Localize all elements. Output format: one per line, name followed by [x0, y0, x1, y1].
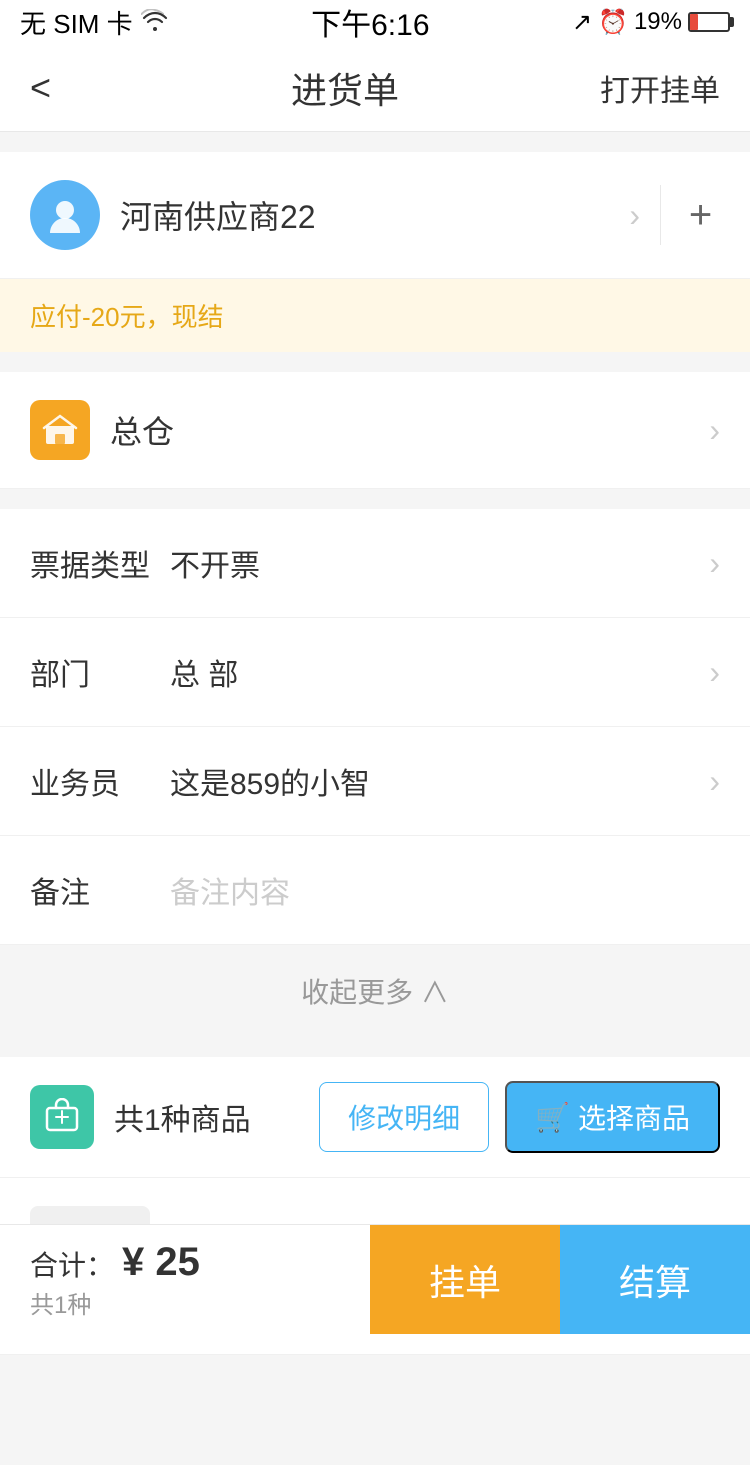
page-title: 进货单	[291, 62, 399, 114]
invoice-type-value: 不开票	[170, 541, 709, 585]
wifi-icon	[141, 7, 169, 38]
add-supplier-button[interactable]: +	[660, 185, 720, 245]
warehouse-chevron-icon: ›	[709, 412, 720, 449]
status-time: 下午6:16	[311, 0, 429, 44]
section-gap-2	[0, 352, 750, 372]
total-label: 合计：	[30, 1244, 114, 1284]
warehouse-row[interactable]: 总仓 ›	[0, 372, 750, 489]
supplier-name: 河南供应商22	[120, 192, 629, 238]
invoice-type-chevron-icon: ›	[709, 545, 720, 582]
department-row[interactable]: 部门 总 部 ›	[0, 618, 750, 727]
salesperson-chevron-icon: ›	[709, 763, 720, 800]
remark-label: 备注	[30, 868, 170, 912]
department-chevron-icon: ›	[709, 654, 720, 691]
plus-icon: +	[689, 193, 712, 238]
carrier-text: 无 SIM 卡	[20, 4, 133, 41]
open-hang-button[interactable]: 打开挂单	[600, 66, 720, 110]
pay-button[interactable]: 结算	[560, 1225, 750, 1334]
cart-icon: 🛒	[535, 1101, 570, 1134]
invoice-type-label: 票据类型	[30, 541, 170, 585]
product-count: 共1种商品	[114, 1095, 319, 1139]
section-gap-3	[0, 489, 750, 509]
supplier-chevron-icon: ›	[629, 197, 640, 234]
select-product-label: 选择商品	[578, 1097, 690, 1137]
department-value: 总 部	[170, 650, 709, 694]
salesperson-label: 业务员	[30, 759, 170, 803]
product-bar: 共1种商品 修改明细 🛒 选择商品	[0, 1057, 750, 1178]
total-sub: 共1种	[30, 1285, 340, 1320]
warehouse-icon	[30, 400, 90, 460]
battery-icon	[688, 12, 730, 32]
back-button[interactable]: <	[30, 67, 90, 109]
collapse-label: 收起更多 ∧	[301, 977, 449, 1008]
battery-percent: 19%	[634, 8, 682, 36]
section-gap-1	[0, 132, 750, 152]
notice-text: 应付-20元，现结	[30, 302, 224, 332]
select-product-button[interactable]: 🛒 选择商品	[505, 1081, 720, 1153]
salesperson-row[interactable]: 业务员 这是859的小智 ›	[0, 727, 750, 836]
edit-detail-button[interactable]: 修改明细	[319, 1082, 489, 1152]
notice-bar: 应付-20元，现结	[0, 279, 750, 352]
warehouse-name: 总仓	[110, 407, 709, 453]
status-bar: 无 SIM 卡 下午6:16 ↗ ⏰ 19%	[0, 0, 750, 44]
hang-button[interactable]: 挂单	[370, 1225, 560, 1334]
collapse-button[interactable]: 收起更多 ∧	[0, 945, 750, 1037]
status-right: ↗ ⏰ 19%	[572, 8, 730, 37]
nav-bar: < 进货单 打开挂单	[0, 44, 750, 132]
department-label: 部门	[30, 650, 170, 694]
invoice-type-row[interactable]: 票据类型 不开票 ›	[0, 509, 750, 618]
supplier-avatar	[30, 180, 100, 250]
alarm-icon: ⏰	[598, 8, 628, 37]
remark-row[interactable]: 备注 备注内容	[0, 836, 750, 945]
status-carrier: 无 SIM 卡	[20, 4, 169, 41]
salesperson-value: 这是859的小智	[170, 759, 709, 803]
remark-input[interactable]: 备注内容	[170, 868, 720, 912]
bottom-total: 合计： ¥ 25 共1种	[0, 1225, 370, 1334]
location-icon: ↗	[572, 8, 592, 37]
bottom-bar: 合计： ¥ 25 共1种 挂单 结算	[0, 1224, 750, 1334]
bottom-spacer	[0, 1355, 750, 1465]
product-bar-icon	[30, 1085, 94, 1149]
supplier-row[interactable]: 河南供应商22 › +	[0, 152, 750, 279]
total-amount: ¥ 25	[122, 1240, 200, 1285]
